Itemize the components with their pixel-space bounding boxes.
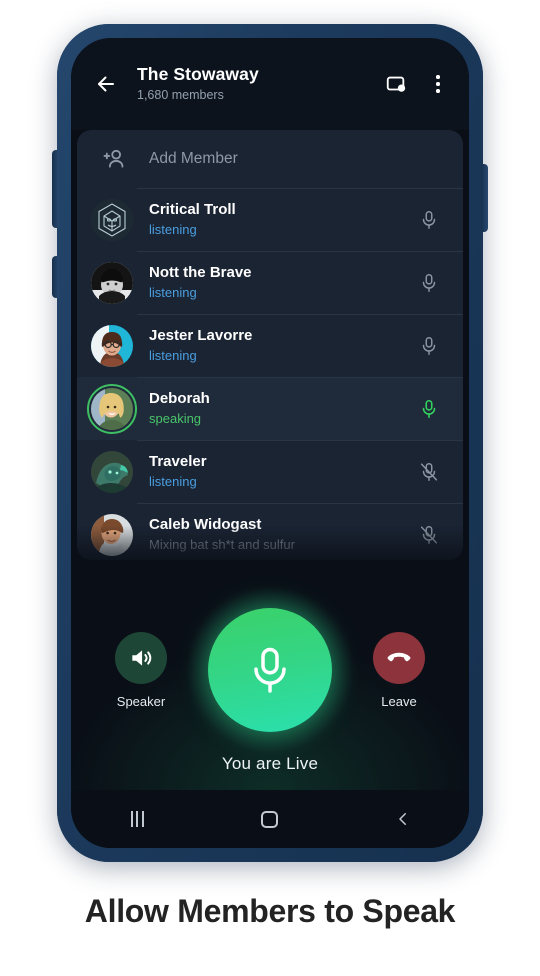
member-texts: Nott the Brave listening — [149, 263, 409, 301]
page-title: The Stowaway — [137, 64, 259, 85]
member-name: Deborah — [149, 390, 210, 408]
leave-label: Leave — [381, 693, 417, 709]
fantasy-art-avatar — [91, 450, 133, 493]
picture-in-picture-button[interactable] — [383, 71, 409, 97]
member-row[interactable]: Traveler listening — [77, 440, 463, 503]
speaker-control[interactable]: Speaker — [87, 631, 195, 709]
back-button[interactable] — [89, 67, 123, 101]
member-status: Mixing bat sh*t and sulfur — [149, 536, 295, 552]
member-status: listening — [149, 284, 197, 300]
home-icon — [261, 810, 279, 828]
arrow-left-icon — [94, 72, 118, 96]
member-name: Critical Troll — [149, 201, 236, 219]
member-status: speaking — [149, 410, 202, 426]
hexagon-troll-avatar — [91, 198, 133, 241]
live-status-text: You are Live — [221, 754, 319, 773]
speaker-label: Speaker — [116, 693, 166, 709]
avatar — [91, 198, 133, 241]
header-titles: The Stowaway 1,680 members — [137, 64, 383, 104]
power-button[interactable] — [481, 164, 488, 232]
header-actions — [383, 71, 451, 97]
photo-avatar-grayscale — [91, 261, 133, 304]
member-texts: Traveler listening — [149, 452, 409, 490]
member-status: listening — [149, 347, 197, 363]
picture-in-picture-icon — [385, 73, 407, 95]
member-texts: Jester Lavorre listening — [149, 326, 409, 364]
screenshot-root: The Stowaway 1,680 members Add Member Cr… — [0, 0, 540, 976]
member-row[interactable]: Deborah speaking — [77, 377, 463, 440]
avatar — [91, 513, 133, 556]
member-count: 1,680 members — [137, 88, 224, 102]
member-texts: Critical Troll listening — [149, 200, 409, 238]
menu-button[interactable] — [425, 71, 451, 97]
leave-button[interactable] — [373, 631, 425, 684]
mic-off-icon[interactable] — [409, 524, 449, 546]
caption-text: Allow Members to Speak — [84, 893, 456, 929]
photo-avatar-glasses — [91, 324, 133, 367]
recents-icon — [130, 811, 144, 827]
member-row[interactable]: Critical Troll listening — [77, 188, 463, 251]
hang-up-icon — [385, 644, 413, 672]
speaking-ring — [87, 383, 137, 434]
controls-row: Speaker Leave — [71, 586, 469, 754]
app-header: The Stowaway 1,680 members — [71, 38, 469, 130]
mic-toggle-button[interactable] — [208, 608, 332, 732]
member-row[interactable]: Caleb Widogast Mixing bat sh*t and sulfu… — [77, 503, 463, 560]
phone-screen: The Stowaway 1,680 members Add Member Cr… — [71, 38, 469, 848]
member-name: Caleb Widogast — [149, 516, 262, 534]
system-nav-bar — [71, 790, 469, 848]
leave-control[interactable]: Leave — [345, 631, 453, 709]
phone-frame: The Stowaway 1,680 members Add Member Cr… — [52, 24, 488, 862]
members-panel[interactable]: Add Member Critical Troll listening Nott… — [77, 130, 463, 560]
call-controls: Speaker Leave You are Live — [71, 586, 469, 774]
member-name: Jester Lavorre — [149, 327, 253, 345]
recents-button[interactable] — [102, 799, 172, 839]
member-row[interactable]: Jester Lavorre listening — [77, 314, 463, 377]
photo-avatar-man — [91, 513, 133, 556]
avatar — [91, 324, 133, 367]
mic-on-icon[interactable] — [409, 398, 449, 420]
more-vertical-icon — [430, 75, 446, 93]
add-member-label: Add Member — [149, 150, 238, 167]
member-texts: Caleb Widogast Mixing bat sh*t and sulfu… — [149, 515, 409, 553]
back-icon — [394, 810, 412, 828]
assistant-button[interactable] — [52, 256, 59, 298]
main-mic-control[interactable] — [186, 586, 354, 754]
avatar — [87, 383, 137, 434]
mic-on-icon[interactable] — [409, 272, 449, 294]
volume-button[interactable] — [52, 150, 59, 228]
home-button[interactable] — [235, 799, 305, 839]
member-row[interactable]: Nott the Brave listening — [77, 251, 463, 314]
member-name: Traveler — [149, 453, 207, 471]
member-status: listening — [149, 473, 197, 489]
add-member-row[interactable]: Add Member — [77, 130, 463, 188]
speaker-button[interactable] — [115, 631, 167, 684]
mic-off-icon[interactable] — [409, 461, 449, 483]
member-status: listening — [149, 221, 197, 237]
volume-up-icon — [128, 645, 154, 671]
add-person-icon — [91, 146, 137, 172]
mic-on-icon[interactable] — [409, 335, 449, 357]
member-texts: Deborah speaking — [149, 389, 409, 427]
mic-icon — [242, 642, 298, 698]
mic-on-icon[interactable] — [409, 209, 449, 231]
back-nav-button[interactable] — [368, 799, 438, 839]
member-name: Nott the Brave — [149, 264, 252, 282]
avatar — [91, 261, 133, 304]
avatar — [91, 450, 133, 493]
